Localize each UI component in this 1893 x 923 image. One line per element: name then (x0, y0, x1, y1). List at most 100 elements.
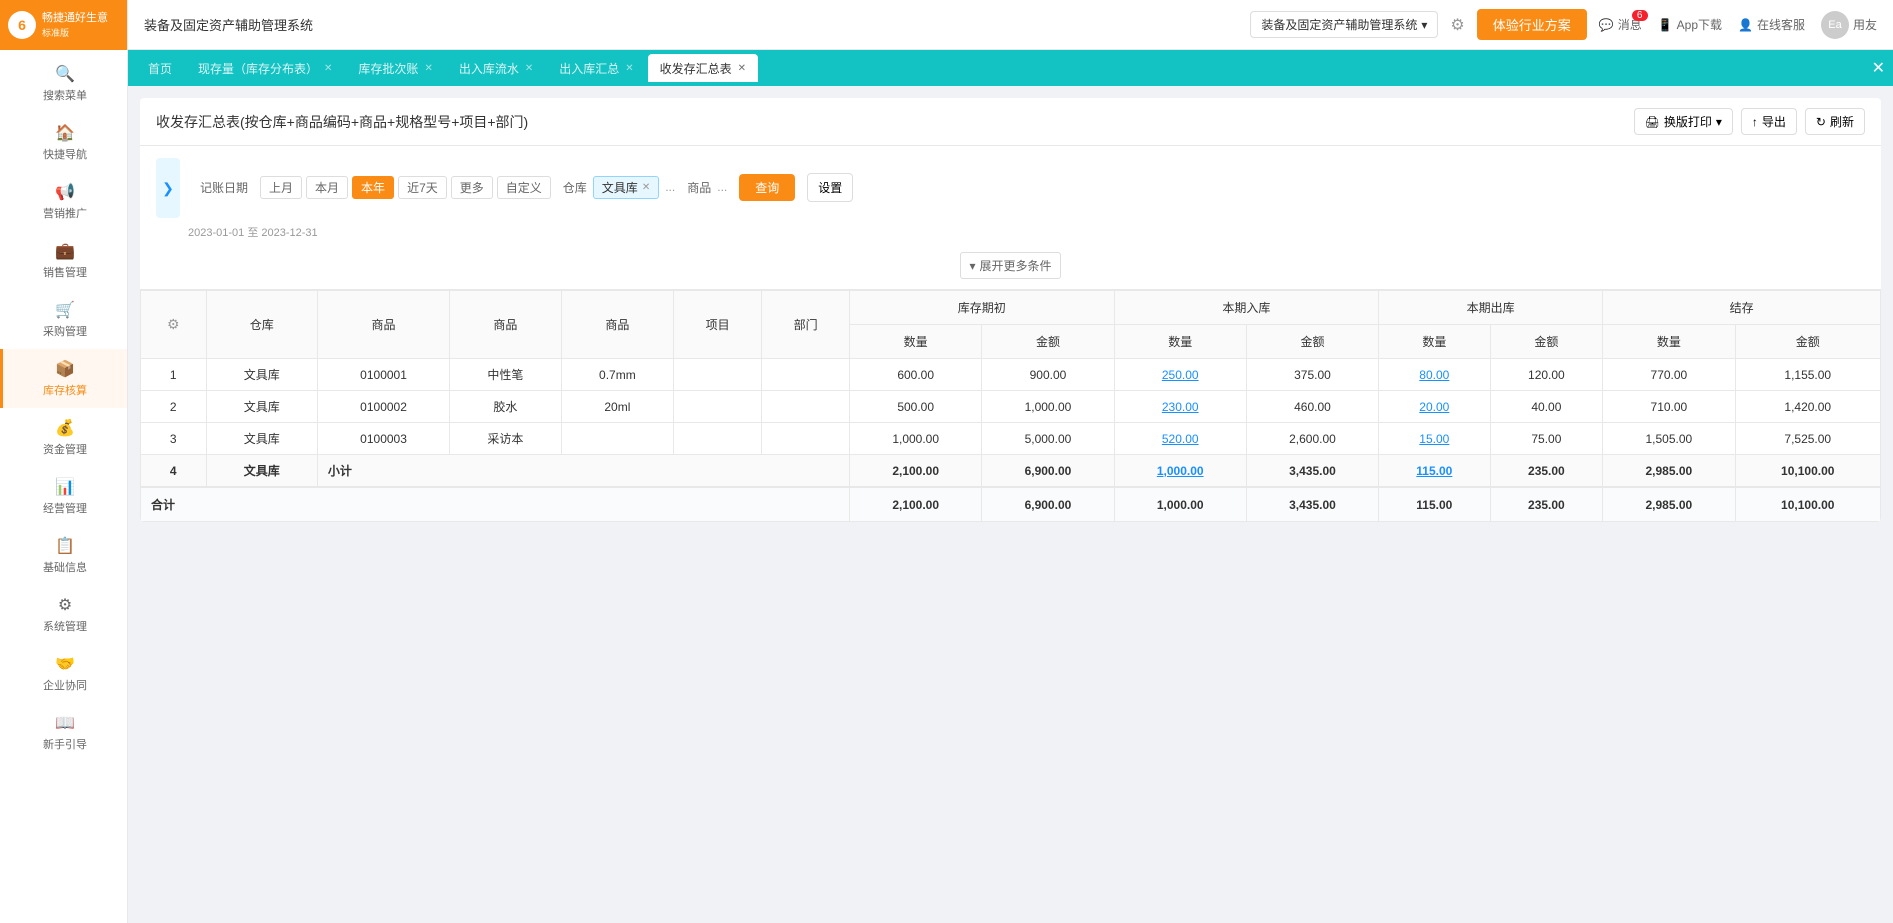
row-in-amount: 375.00 (1246, 359, 1378, 391)
row-goods-name: 中性笔 (450, 359, 561, 391)
gear-icon[interactable]: ⚙ (1450, 15, 1464, 35)
th-goods-code: 商品 (317, 291, 449, 359)
tab-bar-close[interactable]: ✕ (1872, 58, 1885, 78)
row-in-amount: 460.00 (1246, 391, 1378, 423)
sidebar-item-system[interactable]: ⚙ 系统管理 (0, 585, 127, 644)
total-label: 合计 (141, 487, 850, 522)
total-in-qty: 1,000.00 (1114, 487, 1246, 522)
warehouse-tag-text: 文具库 (602, 179, 638, 196)
tab-recv_summary[interactable]: 收发存汇总表 ✕ (648, 54, 758, 82)
sidebar-label-base_info: 基础信息 (43, 559, 87, 575)
sidebar: 6 畅捷通好生意 标准版 🔍 搜索菜单 🏠 快捷导航 📢 营销推广 💼 销售管理… (0, 0, 128, 923)
th-warehouse: 仓库 (206, 291, 317, 359)
sidebar-item-base_info[interactable]: 📋 基础信息 (0, 526, 127, 585)
online-service-label: 在线客服 (1757, 16, 1805, 33)
sidebar-label-system: 系统管理 (43, 618, 87, 634)
tab-label-inout_summary: 出入库汇总 (559, 60, 619, 77)
subtotal-out-qty[interactable]: 115.00 (1379, 455, 1490, 488)
date-btn-自定义[interactable]: 自定义 (497, 176, 551, 199)
phone-icon: 📱 (1658, 18, 1673, 32)
purchase-icon: 🛒 (55, 300, 75, 320)
warehouse-tag-close[interactable]: ✕ (642, 182, 650, 193)
row-out-qty[interactable]: 80.00 (1379, 359, 1490, 391)
sidebar-item-marketing[interactable]: 📢 营销推广 (0, 172, 127, 231)
sidebar-item-sales[interactable]: 💼 销售管理 (0, 231, 127, 290)
tab-close-inventory_dist[interactable]: ✕ (324, 63, 332, 74)
warehouse-more[interactable]: ... (665, 180, 675, 194)
row-out-qty[interactable]: 15.00 (1379, 423, 1490, 455)
tab-label-recv_summary: 收发存汇总表 (660, 60, 732, 77)
chevron-down-icon: ▾ (1716, 115, 1722, 129)
sidebar-item-collab[interactable]: 🤝 企业协同 (0, 644, 127, 703)
sidebar-label-finance: 资金管理 (43, 441, 87, 457)
tab-bar: 首页现存量（库存分布表）✕库存批次账✕出入库流水✕出入库汇总✕收发存汇总表✕✕ (128, 50, 1893, 86)
tab-close-inout_flow[interactable]: ✕ (525, 63, 533, 74)
system-dropdown[interactable]: 装备及固定资产辅助管理系统 ▾ (1250, 11, 1438, 38)
app-download-action[interactable]: 📱 App下载 (1658, 16, 1722, 33)
sales-icon: 💼 (55, 241, 75, 261)
warehouse-tag: 文具库 ✕ (593, 176, 659, 199)
row-in-qty[interactable]: 250.00 (1114, 359, 1246, 391)
goods-more[interactable]: ... (717, 180, 727, 194)
refresh-icon: ↻ (1816, 115, 1826, 129)
tab-inout_flow[interactable]: 出入库流水✕ (447, 54, 545, 82)
date-range-display: 2023-01-01 至 2023-12-31 (156, 224, 1865, 240)
user-action[interactable]: Ea 用友 (1821, 11, 1877, 39)
tab-home[interactable]: 首页 (136, 54, 184, 82)
tab-inout_summary[interactable]: 出入库汇总 ✕ (547, 54, 645, 82)
online-service-action[interactable]: 👤 在线客服 (1738, 16, 1805, 33)
logo-badge: 标准版 (42, 26, 108, 39)
row-project (674, 423, 762, 455)
inventory-icon: 📦 (55, 359, 75, 379)
tab-inventory_dist[interactable]: 现存量（库存分布表）✕ (186, 54, 344, 82)
row-begin-qty: 1,000.00 (850, 423, 982, 455)
date-btn-上月[interactable]: 上月 (260, 176, 302, 199)
sidebar-label-guide: 新手引导 (43, 736, 87, 752)
date-btn-更多[interactable]: 更多 (451, 176, 493, 199)
subtotal-no: 4 (141, 455, 207, 488)
sidebar-label-inventory: 库存核算 (43, 382, 87, 398)
tab-close-batch_account[interactable]: ✕ (424, 63, 432, 74)
subtotal-row: 4 文具库 小计 2,100.00 6,900.00 1,000.00 3,43… (141, 455, 1881, 488)
expand-button[interactable]: ▾ 展开更多条件 (960, 252, 1060, 279)
row-in-qty[interactable]: 230.00 (1114, 391, 1246, 423)
sidebar-item-guide[interactable]: 📖 新手引导 (0, 703, 127, 762)
export-button[interactable]: ↑ 导出 (1741, 108, 1797, 135)
row-no: 2 (141, 391, 207, 423)
sidebar-item-finance[interactable]: 💰 资金管理 (0, 408, 127, 467)
messages-action[interactable]: 💬 消息 6 (1599, 16, 1642, 33)
print-button[interactable]: 🖨 换版打印 ▾ (1634, 108, 1733, 135)
trial-button[interactable]: 体验行业方案 (1477, 9, 1587, 40)
row-out-qty[interactable]: 20.00 (1379, 391, 1490, 423)
settings-icon: ⚙ (167, 316, 180, 332)
date-btn-本年[interactable]: 本年 (352, 176, 394, 199)
settings-button[interactable]: 设置 (807, 173, 853, 202)
tab-label-batch_account: 库存批次账 (358, 60, 418, 77)
page-title-bar: 收发存汇总表(按仓库+商品编码+商品+规格型号+项目+部门) 🖨 换版打印 ▾ … (140, 98, 1881, 146)
sidebar-item-inventory[interactable]: 📦 库存核算 (0, 349, 127, 408)
th-settings[interactable]: ⚙ (141, 291, 207, 359)
sidebar-item-operations[interactable]: 📊 经营管理 (0, 467, 127, 526)
subtotal-in-qty[interactable]: 1,000.00 (1114, 455, 1246, 488)
row-in-qty[interactable]: 520.00 (1114, 423, 1246, 455)
query-button[interactable]: 查询 (739, 174, 795, 201)
subtotal-balance-qty: 2,985.00 (1603, 455, 1735, 488)
refresh-button[interactable]: ↻ 刷新 (1805, 108, 1865, 135)
sidebar-item-search[interactable]: 🔍 搜索菜单 (0, 54, 127, 113)
date-btn-近7天[interactable]: 近7天 (398, 176, 447, 199)
tab-batch_account[interactable]: 库存批次账 ✕ (346, 54, 444, 82)
tab-close-recv_summary[interactable]: ✕ (738, 63, 746, 74)
sidebar-label-collab: 企业协同 (43, 677, 87, 693)
filter-toggle[interactable]: ❯ (156, 158, 180, 218)
avatar: Ea (1821, 11, 1849, 39)
date-btn-本月[interactable]: 本月 (306, 176, 348, 199)
logo-text-block: 畅捷通好生意 标准版 (42, 11, 108, 38)
operations-icon: 📊 (55, 477, 75, 497)
sidebar-item-purchase[interactable]: 🛒 采购管理 (0, 290, 127, 349)
tab-close-inout_summary[interactable]: ✕ (625, 63, 633, 74)
sidebar-logo: 6 畅捷通好生意 标准版 (0, 0, 127, 50)
sidebar-label-search: 搜索菜单 (43, 87, 87, 103)
page-title: 收发存汇总表(按仓库+商品编码+商品+规格型号+项目+部门) (156, 112, 528, 132)
sidebar-item-quick_nav[interactable]: 🏠 快捷导航 (0, 113, 127, 172)
page-actions: 🖨 换版打印 ▾ ↑ 导出 ↻ 刷新 (1634, 108, 1865, 135)
